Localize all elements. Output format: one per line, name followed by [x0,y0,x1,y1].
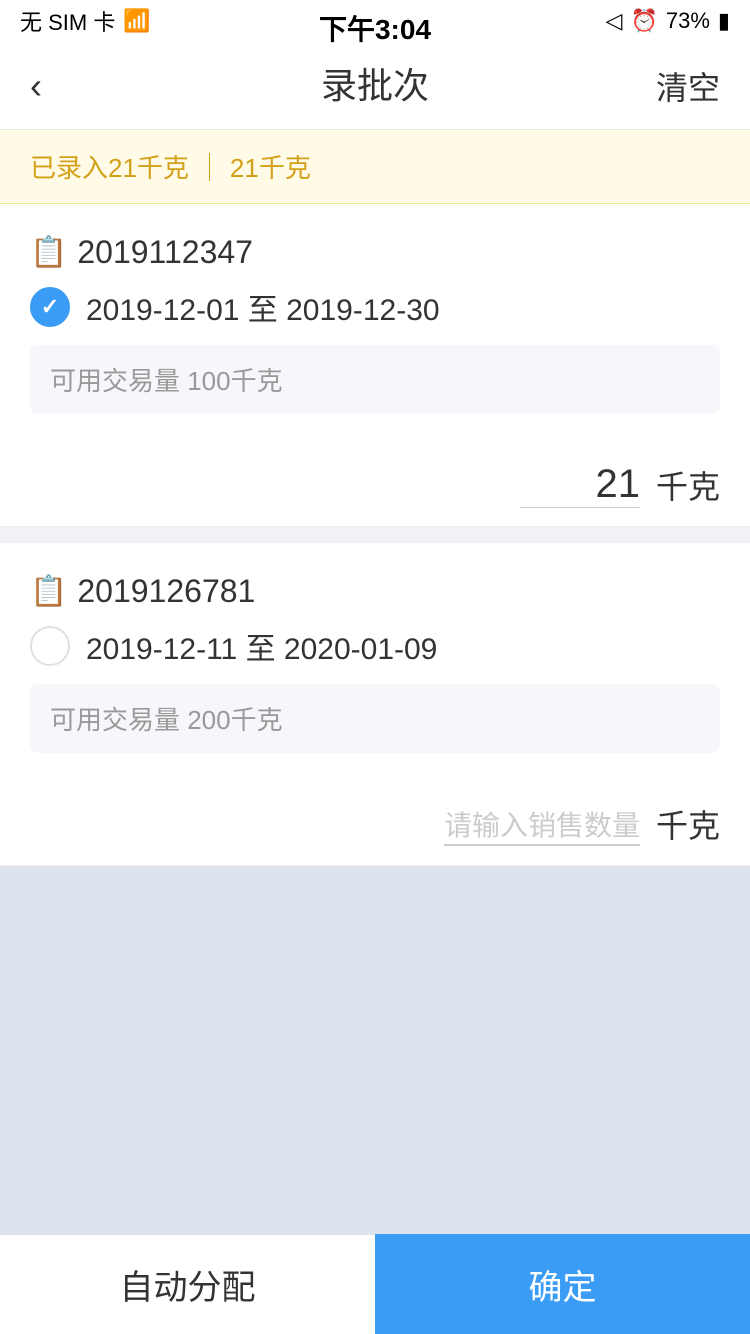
batch-2-quantity-placeholder[interactable]: 请输入销售数量 [444,810,640,846]
info-bar: 已录入21千克 21千克 [0,130,750,204]
confirm-button[interactable]: 确定 [375,1234,750,1334]
location-icon: ◁ [606,8,623,34]
batch-2-date: 2019-12-11 至 2020-01-09 [86,624,437,668]
battery-icon: ▮ [718,8,730,34]
recorded-amount-value: 21千克 [230,148,311,185]
batch-2-available: 可用交易量 200千克 [30,684,720,753]
batch-2-id: 2019126781 [77,573,255,610]
batch-1-radio[interactable]: ✓ [30,287,70,327]
batch-1-date-row[interactable]: ✓ 2019-12-01 至 2019-12-30 [30,285,720,329]
no-sim-text: 无 SIM 卡 [20,5,115,37]
batch-1-date: 2019-12-01 至 2019-12-30 [86,285,440,329]
status-right: ◁ ⏰ 73% ▮ [606,8,730,34]
batch-2-icon: 📋 [30,574,67,609]
batch-2-radio[interactable] [30,626,70,666]
section-divider [0,527,750,543]
status-left: 无 SIM 卡 📶 [20,5,151,37]
batch-1-quantity-input[interactable]: 21 [520,462,640,508]
battery-percent: 73% [666,8,710,34]
alarm-icon: ⏰ [630,8,657,34]
check-icon: ✓ [41,294,59,320]
batch-1-quantity-value: 21 [595,462,640,506]
nav-bar: ‹ 录批次 清空 [0,42,750,130]
recorded-amount-label: 已录入21千克 [30,148,189,185]
auto-distribute-button[interactable]: 自动分配 [0,1234,375,1334]
batch-2-date-row[interactable]: 2019-12-11 至 2020-01-09 [30,624,720,668]
batch-2-quantity-input[interactable]: 请输入销售数量 [444,804,640,845]
batch-card-2: 📋 2019126781 2019-12-11 至 2020-01-09 可用交… [0,543,750,783]
batch-2-input-row: 请输入销售数量 千克 [0,783,750,866]
clear-button[interactable]: 清空 [656,63,720,109]
batch-1-id: 2019112347 [77,234,253,271]
batch-2-header: 📋 2019126781 [30,573,720,610]
batch-1-header: 📋 2019112347 [30,234,720,271]
batch-card-1: 📋 2019112347 ✓ 2019-12-01 至 2019-12-30 可… [0,204,750,444]
back-button[interactable]: ‹ [30,65,90,107]
page-title: 录批次 [321,42,429,130]
batch-1-icon: 📋 [30,235,67,270]
batch-2-unit: 千克 [656,801,720,847]
status-bar: 无 SIM 卡 📶 下午3:04 ◁ ⏰ 73% ▮ [0,0,750,42]
bottom-buttons: 自动分配 确定 [0,1234,750,1334]
wifi-icon: 📶 [123,8,150,34]
batch-1-unit: 千克 [656,462,720,508]
batch-1-input-row: 21 千克 [0,444,750,527]
batch-1-available: 可用交易量 100千克 [30,345,720,414]
info-divider [209,153,210,181]
